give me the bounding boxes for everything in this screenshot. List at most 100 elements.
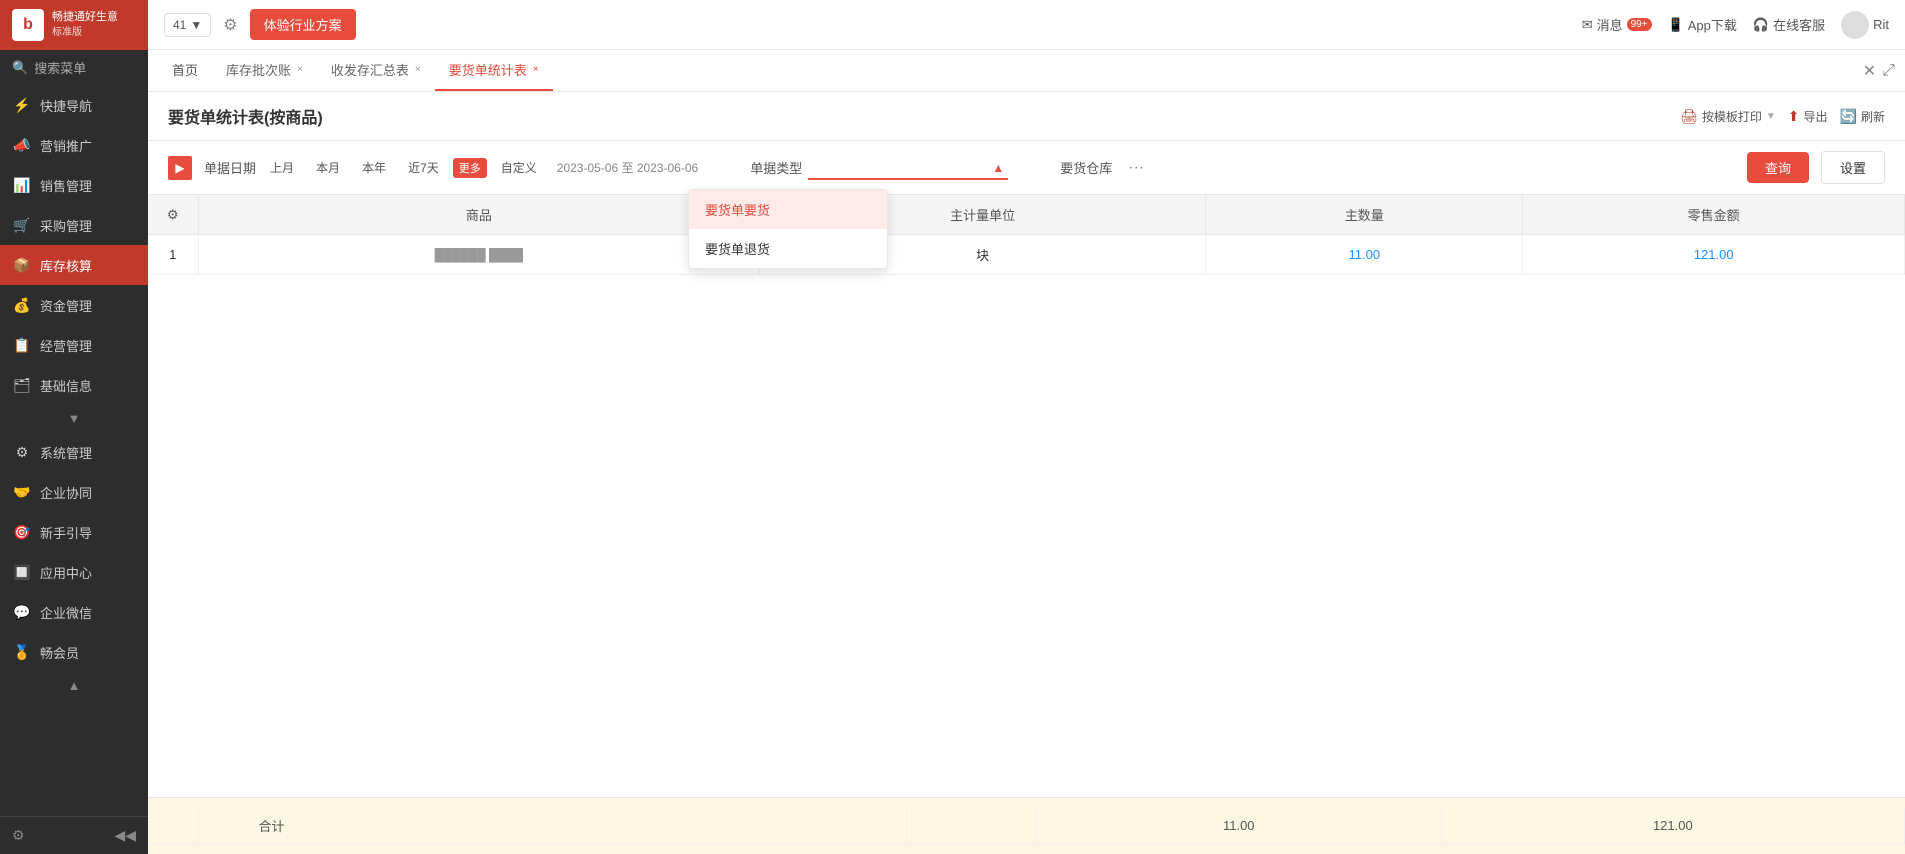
sidebar-item-app-center[interactable]: 🔲 应用中心 — [0, 552, 148, 592]
message-icon: ✉ — [1582, 17, 1593, 33]
refresh-icon: 🔄 — [1840, 108, 1857, 125]
app-logo: b 畅捷通好生意 标准版 — [0, 0, 148, 50]
date-filter-label: 单据日期 — [204, 158, 256, 177]
dropdown-icon: ▼ — [190, 18, 202, 32]
type-filter-group: 单据类型 ▲ — [750, 155, 1008, 180]
sidebar-item-finance[interactable]: 💰 资金管理 — [0, 285, 148, 325]
tab-home[interactable]: 首页 — [158, 50, 212, 91]
product-name: ██████ ████ — [435, 248, 523, 262]
tab-close-receivable-summary[interactable]: × — [415, 64, 421, 75]
tab-batch-account[interactable]: 库存批次账 × — [212, 50, 317, 91]
date-filter-group: 单据日期 上月 本月 本年 近7天 更多 自定义 — [204, 155, 545, 180]
page-title: 要货单统计表(按商品) — [168, 104, 323, 128]
corp-icon: 🤝 — [12, 482, 32, 502]
type-dropdown-menu: 要货单要货 要货单退货 — [688, 189, 888, 269]
messages-btn[interactable]: ✉ 消息 99+ — [1582, 15, 1652, 34]
sidebar-item-purchase[interactable]: 🛒 采购管理 — [0, 205, 148, 245]
base-icon: 🗂 — [12, 375, 32, 395]
sidebar-item-base[interactable]: 🗂 基础信息 — [0, 365, 148, 405]
tab-receivable-summary[interactable]: 收发存汇总表 × — [317, 50, 435, 91]
customer-service-btn[interactable]: 🎧 在线客服 — [1753, 15, 1825, 34]
page-actions: 🖨 按模板打印 ▼ ⬆ 导出 🔄 刷新 — [1680, 108, 1885, 125]
col-quantity: 主数量 — [1206, 195, 1523, 235]
sidebar-item-operation[interactable]: 📋 经营管理 — [0, 325, 148, 365]
table-area: ⚙ 商品 主计量单位 主数量 零售金额 1 ██████ ████ 块 — [148, 195, 1905, 797]
type-dropdown-icon[interactable]: ▲ — [992, 161, 1004, 175]
operation-icon: 📋 — [12, 335, 32, 355]
dropdown-item-order-goods[interactable]: 要货单要货 — [689, 190, 887, 229]
refresh-btn[interactable]: 🔄 刷新 — [1840, 108, 1885, 125]
topbar: 41 ▼ ⚙ 体验行业方案 ✉ 消息 99+ 📱 App下载 🎧 在线客服 R — [148, 0, 1905, 50]
app-center-icon: 🔲 — [12, 562, 32, 582]
marketing-icon: 📣 — [12, 135, 32, 155]
sidebar-item-member[interactable]: 🏅 畅会员 — [0, 632, 148, 672]
print-dropdown-icon: ▼ — [1766, 111, 1776, 122]
footer-label: 合计 — [198, 808, 906, 844]
warehouse-filter-group: 要货仓库 ··· — [1060, 158, 1144, 177]
tabs-bar: 首页 库存批次账 × 收发存汇总表 × 要货单统计表 × ✕ ⤢ — [148, 50, 1905, 92]
sidebar-item-wechat[interactable]: 💬 企业微信 — [0, 592, 148, 632]
table-footer: 合计 11.00 121.00 — [148, 797, 1905, 854]
row-retail-amount[interactable]: 121.00 — [1523, 235, 1905, 275]
dropdown-item-order-return[interactable]: 要货单退货 — [689, 229, 887, 268]
topbar-gear-icon[interactable]: ⚙ — [223, 15, 237, 35]
footer-retail-amount: 121.00 — [1441, 808, 1904, 844]
export-icon: ⬆ — [1788, 108, 1800, 125]
settings-icon[interactable]: ⚙ — [12, 827, 25, 844]
sidebar-item-guide[interactable]: 🎯 新手引导 — [0, 512, 148, 552]
purchase-icon: 🛒 — [12, 215, 32, 235]
print-icon: 🖨 — [1680, 108, 1698, 125]
col-retail-amount: 零售金额 — [1523, 195, 1905, 235]
filter-bar: ▶ 单据日期 上月 本月 本年 近7天 更多 自定义 2023-05-06 至 … — [148, 141, 1905, 195]
this-year-btn[interactable]: 本年 — [354, 155, 394, 180]
sidebar: b 畅捷通好生意 标准版 🔍 搜索菜单 ⚡ 快捷导航 📣 营销推广 📊 销售管理… — [0, 0, 148, 854]
app-name: 畅捷通好生意 标准版 — [52, 10, 118, 39]
member-icon: 🏅 — [12, 642, 32, 662]
scroll-up-btn[interactable]: ▲ — [0, 672, 148, 699]
trial-btn[interactable]: 体验行业方案 — [250, 9, 356, 40]
scroll-down-btn[interactable]: ▼ — [0, 405, 148, 432]
setting-btn[interactable]: 设置 — [1821, 151, 1885, 184]
inventory-icon: 📦 — [12, 255, 32, 275]
type-filter-input-wrapper: ▲ — [808, 155, 1008, 180]
query-btn[interactable]: 查询 — [1747, 152, 1809, 183]
last-month-btn[interactable]: 上月 — [262, 155, 302, 180]
col-settings[interactable]: ⚙ — [148, 195, 198, 235]
custom-date-btn[interactable]: 自定义 — [493, 155, 545, 180]
tab-close-all-icon[interactable]: ✕ — [1863, 61, 1876, 81]
filter-expand-btn[interactable]: ▶ — [168, 156, 192, 180]
sidebar-item-sales[interactable]: 📊 销售管理 — [0, 165, 148, 205]
app-download-btn[interactable]: 📱 App下载 — [1668, 15, 1737, 34]
company-select[interactable]: 41 ▼ — [164, 13, 211, 37]
sidebar-item-system[interactable]: ⚙ 系统管理 — [0, 432, 148, 472]
collapse-icon[interactable]: ◀◀ — [114, 827, 136, 844]
sidebar-item-corp[interactable]: 🤝 企业协同 — [0, 472, 148, 512]
last-7-days-btn[interactable]: 近7天 — [400, 155, 447, 180]
more-dates-btn[interactable]: 更多 — [453, 158, 487, 178]
tab-order-summary[interactable]: 要货单统计表 × — [435, 50, 553, 91]
page-header: 要货单统计表(按商品) 🖨 按模板打印 ▼ ⬆ 导出 🔄 刷新 — [148, 92, 1905, 141]
table-header-row: ⚙ 商品 主计量单位 主数量 零售金额 — [148, 195, 1905, 235]
logo-icon: b — [12, 9, 44, 41]
tabs-end: ✕ ⤢ — [1863, 61, 1895, 81]
search-menu[interactable]: 🔍 搜索菜单 — [0, 50, 148, 85]
date-range-display: 2023-05-06 至 2023-06-06 — [557, 159, 698, 176]
row-index: 1 — [148, 235, 198, 275]
table-row: 1 ██████ ████ 块 11.00 121.00 — [148, 235, 1905, 275]
export-btn[interactable]: ⬆ 导出 — [1788, 108, 1828, 125]
sidebar-item-marketing[interactable]: 📣 营销推广 — [0, 125, 148, 165]
user-avatar-btn[interactable]: Rit — [1841, 11, 1889, 39]
sidebar-item-inventory[interactable]: 📦 库存核算 — [0, 245, 148, 285]
print-template-btn[interactable]: 🖨 按模板打印 ▼ — [1680, 108, 1776, 125]
footer-quantity: 11.00 — [1036, 808, 1441, 844]
this-month-btn[interactable]: 本月 — [308, 155, 348, 180]
warehouse-more-btn[interactable]: ··· — [1128, 159, 1144, 177]
col-product: 商品 — [198, 195, 760, 235]
sales-icon: 📊 — [12, 175, 32, 195]
row-quantity[interactable]: 11.00 — [1206, 235, 1523, 275]
tab-expand-icon[interactable]: ⤢ — [1882, 62, 1895, 80]
sidebar-item-quick-nav[interactable]: ⚡ 快捷导航 — [0, 85, 148, 125]
tab-close-batch-account[interactable]: × — [297, 64, 303, 75]
type-filter-input[interactable] — [808, 155, 1008, 180]
tab-close-order-summary[interactable]: × — [533, 64, 539, 75]
